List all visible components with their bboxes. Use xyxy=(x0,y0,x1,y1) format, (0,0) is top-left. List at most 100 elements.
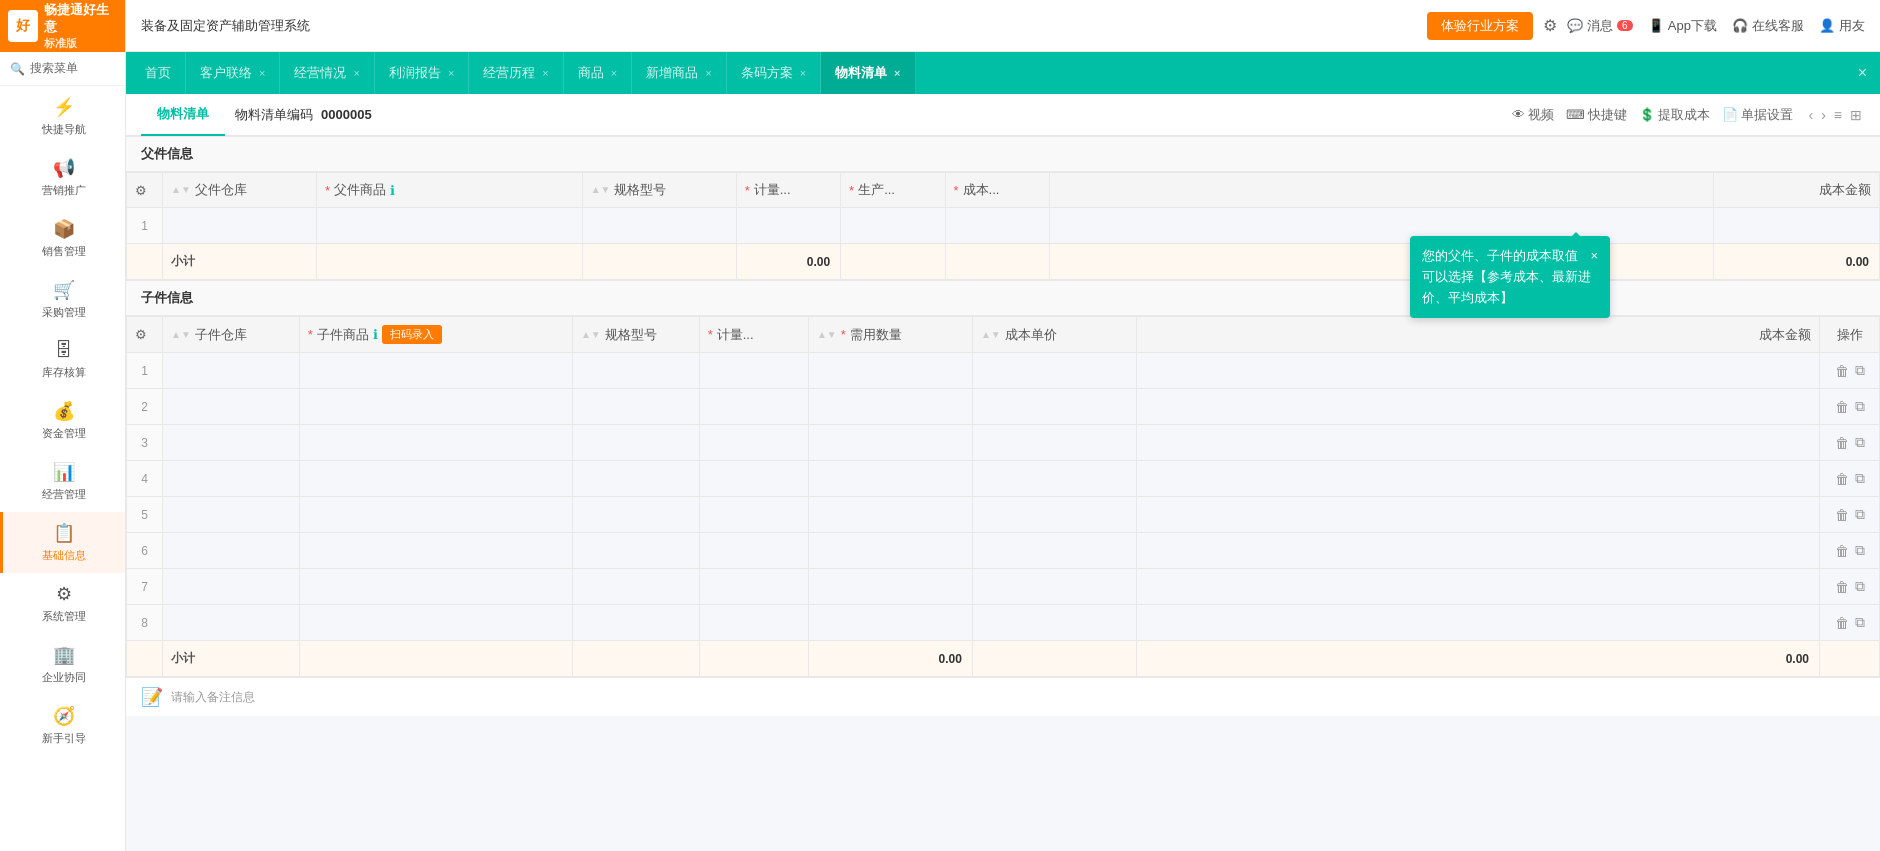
child-goods-8[interactable] xyxy=(299,605,572,641)
nav-grid[interactable]: ⊞ xyxy=(1847,107,1865,123)
child-goods-7[interactable] xyxy=(299,569,572,605)
tab-bom[interactable]: 物料清单 × xyxy=(821,52,915,94)
close-all-tabs[interactable]: × xyxy=(1850,64,1875,81)
child-unit-4[interactable] xyxy=(699,461,808,497)
tab-customer[interactable]: 客户联络 × xyxy=(186,52,280,94)
gear-icon[interactable]: ⚙ xyxy=(135,183,147,198)
delete-icon-8[interactable]: 🗑 xyxy=(1835,615,1849,631)
sidebar-item-quick-nav[interactable]: ⚡ 快捷导航 xyxy=(0,86,125,147)
copy-icon-6[interactable]: ⧉ xyxy=(1855,542,1865,559)
nav-menu[interactable]: ≡ xyxy=(1831,107,1845,123)
tab-new-goods[interactable]: 新增商品 × xyxy=(632,52,726,94)
child-spec-7[interactable] xyxy=(572,569,699,605)
parent-production-cell[interactable] xyxy=(841,208,945,244)
child-qty-2[interactable] xyxy=(808,389,972,425)
child-unit-8[interactable] xyxy=(699,605,808,641)
sort-warehouse-icon[interactable]: ▲▼ xyxy=(171,185,191,195)
view-action[interactable]: 👁 视频 xyxy=(1512,106,1554,124)
tab-goods-close[interactable]: × xyxy=(611,67,617,79)
sidebar-item-finance[interactable]: 💰 资金管理 xyxy=(0,390,125,451)
tab-barcode[interactable]: 条码方案 × xyxy=(727,52,821,94)
child-qty-7[interactable] xyxy=(808,569,972,605)
tab-goods[interactable]: 商品 × xyxy=(564,52,632,94)
delete-icon-4[interactable]: 🗑 xyxy=(1835,471,1849,487)
tab-ops-status-close[interactable]: × xyxy=(353,67,359,79)
child-unit-cost-4[interactable] xyxy=(972,461,1136,497)
parent-spec-cell[interactable] xyxy=(582,208,736,244)
app-download-button[interactable]: 📱 App下载 xyxy=(1648,17,1717,35)
copy-icon-7[interactable]: ⧉ xyxy=(1855,578,1865,595)
copy-icon-8[interactable]: ⧉ xyxy=(1855,614,1865,631)
child-unit-5[interactable] xyxy=(699,497,808,533)
child-spec-3[interactable] xyxy=(572,425,699,461)
child-warehouse-3[interactable] xyxy=(163,425,300,461)
parent-goods-cell[interactable] xyxy=(317,208,583,244)
sidebar-item-purchase[interactable]: 🛒 采购管理 xyxy=(0,269,125,330)
copy-icon-3[interactable]: ⧉ xyxy=(1855,434,1865,451)
user-button[interactable]: 👤 用友 xyxy=(1819,17,1865,35)
sidebar-item-sales[interactable]: 📦 销售管理 xyxy=(0,208,125,269)
child-warehouse-2[interactable] xyxy=(163,389,300,425)
child-goods-4[interactable] xyxy=(299,461,572,497)
tab-customer-close[interactable]: × xyxy=(259,67,265,79)
child-warehouse-7[interactable] xyxy=(163,569,300,605)
single-settings-action[interactable]: 📄 单据设置 xyxy=(1722,106,1793,124)
child-unit-6[interactable] xyxy=(699,533,808,569)
nav-prev[interactable]: ‹ xyxy=(1805,107,1816,123)
child-qty-6[interactable] xyxy=(808,533,972,569)
child-unit-cost-2[interactable] xyxy=(972,389,1136,425)
shortcut-action[interactable]: ⌨ 快捷键 xyxy=(1566,106,1627,124)
sidebar-item-basic-info[interactable]: 📋 基础信息 xyxy=(0,512,125,573)
child-qty-8[interactable] xyxy=(808,605,972,641)
parent-cost-cell[interactable] xyxy=(945,208,1049,244)
tab-profit-close[interactable]: × xyxy=(448,67,454,79)
child-goods-2[interactable] xyxy=(299,389,572,425)
tab-ops-process[interactable]: 经营历程 × xyxy=(469,52,563,94)
sort-child-spec-icon[interactable]: ▲▼ xyxy=(581,330,601,340)
child-warehouse-5[interactable] xyxy=(163,497,300,533)
sidebar-item-marketing[interactable]: 📢 营销推广 xyxy=(0,147,125,208)
delete-icon-7[interactable]: 🗑 xyxy=(1835,579,1849,595)
child-goods-6[interactable] xyxy=(299,533,572,569)
copy-icon-2[interactable]: ⧉ xyxy=(1855,398,1865,415)
child-qty-1[interactable] xyxy=(808,353,972,389)
parent-unit-cell[interactable] xyxy=(736,208,840,244)
tab-barcode-close[interactable]: × xyxy=(800,67,806,79)
child-warehouse-6[interactable] xyxy=(163,533,300,569)
child-warehouse-4[interactable] xyxy=(163,461,300,497)
child-goods-1[interactable] xyxy=(299,353,572,389)
tab-home[interactable]: 首页 xyxy=(131,52,186,94)
child-qty-5[interactable] xyxy=(808,497,972,533)
sidebar-item-enterprise[interactable]: 🏢 企业协同 xyxy=(0,634,125,695)
tooltip-close[interactable]: × xyxy=(1590,246,1598,267)
child-goods-5[interactable] xyxy=(299,497,572,533)
sidebar-item-inventory[interactable]: 🗄 库存核算 xyxy=(0,330,125,390)
gear-icon-child[interactable]: ⚙ xyxy=(135,327,147,342)
subtab-bom-list[interactable]: 物料清单 xyxy=(141,94,225,136)
child-unit-3[interactable] xyxy=(699,425,808,461)
child-goods-3[interactable] xyxy=(299,425,572,461)
tab-profit[interactable]: 利润报告 × xyxy=(375,52,469,94)
child-spec-1[interactable] xyxy=(572,353,699,389)
child-qty-4[interactable] xyxy=(808,461,972,497)
child-unit-1[interactable] xyxy=(699,353,808,389)
sort-child-warehouse-icon[interactable]: ▲▼ xyxy=(171,330,191,340)
delete-icon-1[interactable]: 🗑 xyxy=(1835,363,1849,379)
delete-icon-3[interactable]: 🗑 xyxy=(1835,435,1849,451)
scan-button[interactable]: 扫码录入 xyxy=(382,325,442,344)
child-warehouse-1[interactable] xyxy=(163,353,300,389)
copy-icon-1[interactable]: ⧉ xyxy=(1855,362,1865,379)
sidebar-item-guide[interactable]: 🧭 新手引导 xyxy=(0,695,125,756)
sort-child-cost-icon[interactable]: ▲▼ xyxy=(981,330,1001,340)
message-button[interactable]: 💬 消息 6 xyxy=(1567,17,1633,35)
child-spec-5[interactable] xyxy=(572,497,699,533)
online-service-button[interactable]: 🎧 在线客服 xyxy=(1732,17,1804,35)
settings-icon[interactable]: ⚙ xyxy=(1543,16,1557,35)
note-placeholder[interactable]: 请输入备注信息 xyxy=(171,689,255,706)
delete-icon-6[interactable]: 🗑 xyxy=(1835,543,1849,559)
sort-spec-icon[interactable]: ▲▼ xyxy=(591,185,611,195)
tab-ops-status[interactable]: 经营情况 × xyxy=(280,52,374,94)
child-unit-cost-7[interactable] xyxy=(972,569,1136,605)
child-unit-cost-6[interactable] xyxy=(972,533,1136,569)
tab-new-goods-close[interactable]: × xyxy=(705,67,711,79)
